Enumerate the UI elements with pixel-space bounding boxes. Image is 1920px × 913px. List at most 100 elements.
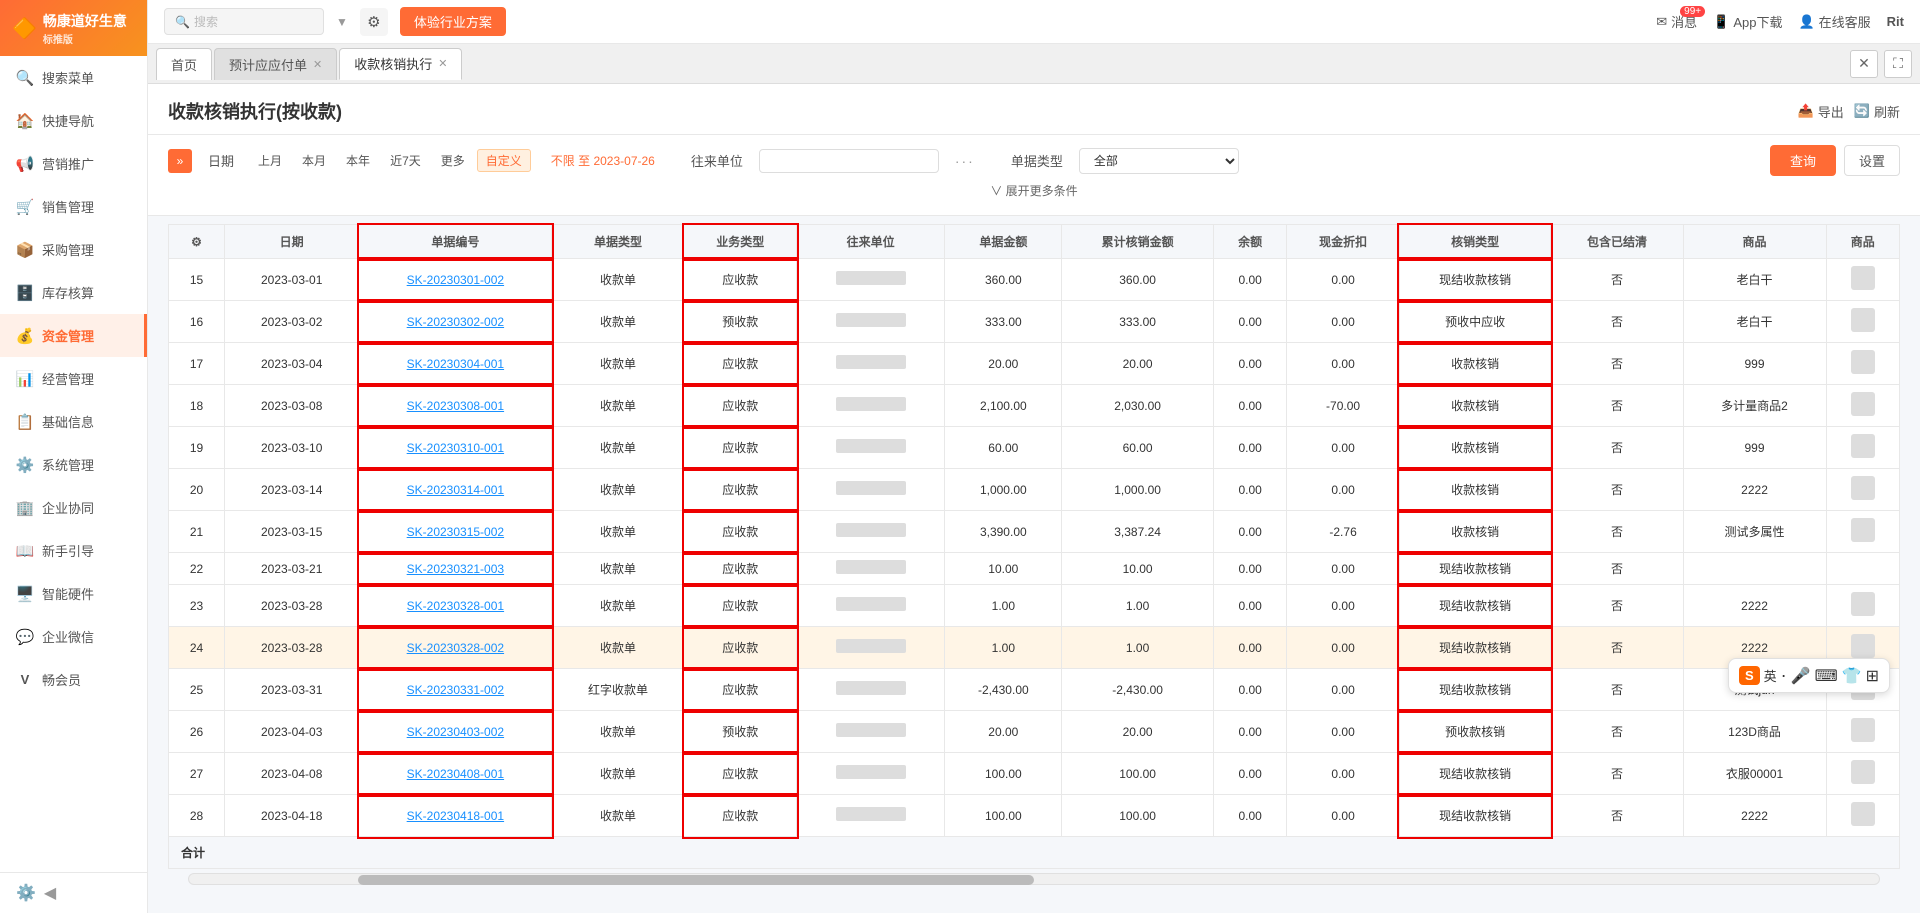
col-header-total-verified[interactable]: 累计核销金额	[1062, 225, 1214, 259]
col-header-product[interactable]: 商品	[1683, 225, 1826, 259]
table-cell[interactable]: SK-20230321-003	[359, 553, 552, 585]
floating-toolbar[interactable]: S 英 · 🎤 ⌨ 👕 ⊞	[1728, 658, 1890, 693]
doc-no-link[interactable]: SK-20230403-002	[407, 725, 504, 739]
doc-no-link[interactable]: SK-20230301-002	[407, 273, 504, 287]
doc-no-link[interactable]: SK-20230308-001	[407, 399, 504, 413]
logo-icon: 🔶	[12, 16, 37, 41]
date-btn-7days[interactable]: 近7天	[382, 149, 429, 172]
sidebar-item-search[interactable]: 🔍 搜索菜单	[0, 56, 147, 99]
doc-no-link[interactable]: SK-20230304-001	[407, 357, 504, 371]
table-cell[interactable]: SK-20230314-001	[359, 469, 552, 511]
table-cell[interactable]: SK-20230310-001	[359, 427, 552, 469]
shirt-icon[interactable]: 👕	[1842, 666, 1862, 686]
col-header-balance[interactable]: 余额	[1213, 225, 1286, 259]
tab-home[interactable]: 首页	[156, 48, 212, 80]
doc-no-link[interactable]: SK-20230331-002	[407, 683, 504, 697]
online-service-btn[interactable]: 👤 在线客服	[1798, 12, 1870, 31]
doc-no-link[interactable]: SK-20230314-001	[407, 483, 504, 497]
table-cell[interactable]: SK-20230408-001	[359, 753, 552, 795]
doc-no-link[interactable]: SK-20230302-002	[407, 315, 504, 329]
doc-no-link[interactable]: SK-20230328-002	[407, 641, 504, 655]
grid-icon[interactable]: ⌨	[1815, 666, 1838, 686]
col-header-date[interactable]: 日期	[225, 225, 359, 259]
sidebar-item-inventory[interactable]: 🗄️ 库存核算	[0, 271, 147, 314]
sidebar-item-operations[interactable]: 📊 经营管理	[0, 357, 147, 400]
export-btn[interactable]: 📤 导出	[1798, 102, 1844, 121]
date-btn-more[interactable]: 更多	[433, 149, 473, 172]
tab-collection[interactable]: 收款核销执行 ✕	[339, 48, 462, 80]
partner-input[interactable]	[759, 149, 939, 173]
date-btn-this-year[interactable]: 本年	[338, 149, 378, 172]
sidebar-item-basic[interactable]: 📋 基础信息	[0, 400, 147, 443]
settings-icon[interactable]: ⚙️	[16, 883, 36, 903]
col-header-partner[interactable]: 往来单位	[797, 225, 945, 259]
refresh-btn[interactable]: 🔄 刷新	[1854, 102, 1900, 121]
col-header-cash-discount[interactable]: 现金折扣	[1287, 225, 1400, 259]
mic-icon[interactable]: 🎤	[1791, 666, 1811, 686]
tab-home-label: 首页	[171, 55, 197, 74]
horizontal-scrollbar[interactable]	[188, 873, 1880, 885]
collapse-icon[interactable]: ◀	[44, 883, 56, 903]
table-cell[interactable]: SK-20230331-002	[359, 669, 552, 711]
sidebar-item-system[interactable]: ⚙️ 系统管理	[0, 443, 147, 486]
col-header-doc-no[interactable]: 单据编号	[359, 225, 552, 259]
table-cell[interactable]: SK-20230328-002	[359, 627, 552, 669]
doc-type-select[interactable]: 全部 收款单 红字收款单	[1079, 148, 1239, 174]
doc-no-link[interactable]: SK-20230328-001	[407, 599, 504, 613]
sidebar-item-quick[interactable]: 🏠 快捷导航	[0, 99, 147, 142]
sidebar-item-finance[interactable]: 💰 资金管理	[0, 314, 147, 357]
topbar-gear-btn[interactable]: ⚙	[360, 8, 388, 36]
table-cell: 18	[169, 385, 225, 427]
table-cell[interactable]: SK-20230328-001	[359, 585, 552, 627]
tab-prepay-close-icon[interactable]: ✕	[313, 58, 322, 71]
col-header-include-settled[interactable]: 包含已结清	[1551, 225, 1683, 259]
col-header-doc-type[interactable]: 单据类型	[552, 225, 684, 259]
table-cell[interactable]: SK-20230308-001	[359, 385, 552, 427]
scrollbar-thumb[interactable]	[358, 875, 1034, 885]
table-cell[interactable]: SK-20230315-002	[359, 511, 552, 553]
grid2-icon[interactable]: ⊞	[1866, 666, 1879, 686]
user-profile[interactable]: Rit	[1887, 14, 1904, 29]
industry-btn[interactable]: 体验行业方案	[400, 7, 506, 36]
doc-no-link[interactable]: SK-20230310-001	[407, 441, 504, 455]
col-header-verify-type[interactable]: 核销类型	[1399, 225, 1551, 259]
more-options-icon[interactable]: ···	[955, 153, 975, 169]
col-header-biz-type[interactable]: 业务类型	[684, 225, 797, 259]
table-cell[interactable]: SK-20230403-002	[359, 711, 552, 753]
tab-expand-btn[interactable]: ⛶	[1884, 50, 1912, 78]
col-header-amount[interactable]: 单据金额	[945, 225, 1062, 259]
doc-no-link[interactable]: SK-20230321-003	[407, 562, 504, 576]
doc-no-link[interactable]: SK-20230315-002	[407, 525, 504, 539]
doc-no-link[interactable]: SK-20230418-001	[407, 809, 504, 823]
sidebar-item-guide[interactable]: 📖 新手引导	[0, 529, 147, 572]
filter-toggle-btn[interactable]: »	[168, 149, 192, 173]
date-btn-this-month[interactable]: 本月	[294, 149, 334, 172]
table-cell[interactable]: SK-20230302-002	[359, 301, 552, 343]
sidebar-item-hardware[interactable]: 🖥️ 智能硬件	[0, 572, 147, 615]
tab-collection-close-icon[interactable]: ✕	[438, 57, 447, 70]
expand-conditions-btn[interactable]: ∨ 展开更多条件	[168, 176, 1900, 205]
table-cell[interactable]: SK-20230418-001	[359, 795, 552, 837]
dropdown-chevron-icon[interactable]: ▼	[336, 15, 348, 29]
app-download-btn[interactable]: 📱 App下载	[1713, 12, 1782, 31]
sidebar-item-member[interactable]: V 畅会员	[0, 658, 147, 701]
topbar-search[interactable]: 🔍 搜索	[164, 8, 324, 35]
doc-no-link[interactable]: SK-20230408-001	[407, 767, 504, 781]
table-cell[interactable]: SK-20230301-002	[359, 259, 552, 301]
col-header-gear[interactable]: ⚙	[169, 225, 225, 259]
sidebar-item-marketing[interactable]: 📢 营销推广	[0, 142, 147, 185]
date-btn-last-month[interactable]: 上月	[250, 149, 290, 172]
sidebar-item-enterprise[interactable]: 🏢 企业协同	[0, 486, 147, 529]
messages-btn[interactable]: ✉ 消息 99+	[1656, 12, 1697, 31]
date-custom-btn[interactable]: 自定义	[477, 149, 531, 172]
col-header-product2[interactable]: 商品	[1826, 225, 1900, 259]
partner-label: 往来单位	[691, 151, 743, 170]
settings-btn[interactable]: 设置	[1844, 145, 1900, 176]
table-cell[interactable]: SK-20230304-001	[359, 343, 552, 385]
sidebar-item-purchase[interactable]: 📦 采购管理	[0, 228, 147, 271]
query-btn[interactable]: 查询	[1770, 145, 1836, 176]
tab-prepay[interactable]: 预计应应付单 ✕	[214, 48, 337, 80]
sidebar-item-wechat[interactable]: 💬 企业微信	[0, 615, 147, 658]
sidebar-item-sales[interactable]: 🛒 销售管理	[0, 185, 147, 228]
tab-close-all-btn[interactable]: ✕	[1850, 50, 1878, 78]
